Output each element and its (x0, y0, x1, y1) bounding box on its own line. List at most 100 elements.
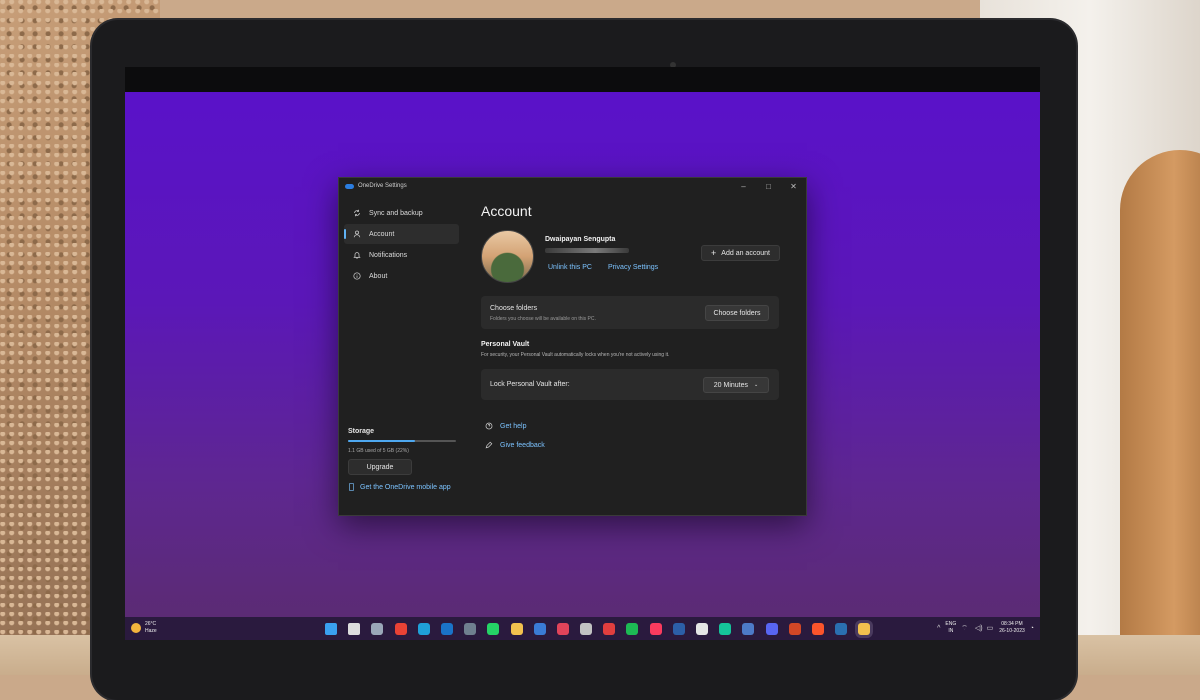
photos-icon[interactable] (533, 623, 546, 635)
grammarly-icon[interactable] (719, 623, 732, 635)
laptop-screen: OneDrive Settings – □ ✕ Sync and backup … (125, 67, 1040, 640)
get-help-label: Get help (500, 422, 527, 430)
settings-sidebar: Sync and backup Account Notifications Ab… (344, 203, 459, 515)
lock-vault-selected-value: 20 Minutes (713, 381, 749, 389)
privacy-settings-link[interactable]: Privacy Settings (608, 264, 658, 271)
lock-vault-dropdown[interactable]: 20 Minutes ⌄ (703, 377, 769, 393)
personal-vault-title: Personal Vault (481, 341, 530, 348)
get-help-link[interactable]: Get help (485, 422, 526, 430)
sidebar-item-label: Account (369, 230, 395, 238)
storage-section: Storage 1.1 GB used of 5 GB (22%) Upgrad… (348, 428, 458, 491)
upgrade-button[interactable]: Upgrade (348, 459, 412, 475)
office-app-icon[interactable] (788, 623, 801, 635)
whatsapp-icon[interactable] (487, 623, 500, 635)
outlook-icon[interactable] (440, 623, 453, 635)
discord-icon[interactable] (765, 623, 778, 635)
clock-time: 08:34 PM (1001, 621, 1023, 627)
chrome-icon[interactable] (394, 623, 407, 635)
storage-progress-fill (348, 440, 415, 442)
choose-folders-card: Choose folders Folders you choose will b… (481, 296, 779, 329)
feedback-icon (485, 441, 493, 449)
redacted-email (545, 248, 629, 253)
help-chat-icon (485, 422, 493, 430)
phone-icon (349, 483, 354, 491)
background-vase (1120, 150, 1200, 670)
brave-icon[interactable] (811, 623, 824, 635)
close-button[interactable]: ✕ (781, 182, 806, 191)
weather-condition: Haze (145, 628, 157, 634)
battery-icon[interactable]: ▭ (987, 624, 994, 632)
user-name: Dwaipayan Sengupta (545, 236, 616, 243)
personal-vault-description: For security, your Personal Vault automa… (481, 352, 670, 358)
add-account-label: Add an account (721, 249, 770, 257)
sidebar-item-account[interactable]: Account (344, 224, 459, 244)
edge-icon[interactable] (417, 623, 430, 635)
choose-folders-button[interactable]: Choose folders (705, 305, 769, 321)
tray-overflow-chevron-icon[interactable]: ^ (937, 625, 940, 632)
windows-start-icon[interactable] (325, 623, 337, 635)
news-icon[interactable] (603, 623, 616, 635)
page-title: Account (481, 203, 532, 219)
clock-date: 26-10-2023 (999, 628, 1025, 634)
chevron-down-icon: ⌄ (754, 382, 759, 388)
storage-used-text: 1.1 GB used of 5 GB (22%) (348, 448, 409, 454)
give-feedback-link[interactable]: Give feedback (485, 441, 545, 449)
lock-vault-card: Lock Personal Vault after: 20 Minutes ⌄ (481, 369, 779, 400)
maximize-button[interactable]: □ (756, 182, 781, 191)
desktop-wallpaper: OneDrive Settings – □ ✕ Sync and backup … (125, 92, 1040, 640)
lock-vault-label: Lock Personal Vault after: (490, 381, 570, 388)
storage-progress-bar (348, 440, 456, 442)
mobile-app-link[interactable]: Get the OneDrive mobile app (348, 483, 458, 491)
windows-taskbar: 26°C Haze ^ ENG IN ⌔ ◁) ▭ 08:34 PM 26-10… (125, 617, 1040, 640)
plus-icon: + (711, 248, 717, 258)
mobile-app-link-label: Get the OneDrive mobile app (360, 483, 451, 491)
spotify-icon[interactable] (626, 623, 639, 635)
account-panel: Account Dwaipayan Sengupta Unlink this P… (481, 203, 781, 449)
onedrive-settings-icon[interactable] (858, 623, 871, 635)
weather-haze-icon (131, 623, 141, 633)
weather-temperature: 26°C (145, 621, 157, 627)
person-icon (353, 230, 361, 238)
notification-bell-icon[interactable]: ◔ (1030, 625, 1034, 632)
apple-music-icon[interactable] (649, 623, 662, 635)
search-icon[interactable] (348, 623, 361, 635)
onedrive-settings-window: OneDrive Settings – □ ✕ Sync and backup … (338, 177, 807, 516)
sidebar-item-sync-and-backup[interactable]: Sync and backup (344, 203, 459, 223)
ring-app-icon[interactable] (742, 623, 755, 635)
minimize-button[interactable]: – (731, 182, 756, 191)
taskbar-app-icons (325, 623, 882, 635)
camera-app-icon[interactable] (464, 623, 477, 635)
info-icon (353, 272, 361, 280)
steam-icon[interactable] (835, 623, 848, 635)
language-code: ENG (945, 621, 957, 627)
threads-icon[interactable] (696, 623, 708, 635)
system-tray: ^ ENG IN ⌔ ◁) ▭ 08:34 PM 26-10-2023 ◔ (932, 621, 1034, 635)
add-account-button[interactable]: + Add an account (701, 245, 780, 261)
choose-folders-title: Choose folders (490, 305, 538, 312)
sidebar-item-label: Sync and backup (369, 209, 423, 217)
onedrive-cloud-icon (345, 183, 354, 189)
wifi-icon[interactable]: ⌔ (961, 624, 968, 633)
give-feedback-label: Give feedback (500, 441, 545, 449)
storage-title: Storage (348, 428, 375, 435)
language-indicator[interactable]: ENG IN (945, 621, 956, 635)
clock[interactable]: 08:34 PM 26-10-2023 (999, 621, 1025, 635)
language-region: IN (948, 628, 954, 634)
settings-gear-icon[interactable] (371, 623, 384, 635)
window-titlebar[interactable]: OneDrive Settings – □ ✕ (339, 178, 806, 194)
sidebar-item-label: About (369, 272, 388, 280)
sidebar-item-label: Notifications (369, 251, 408, 259)
bell-icon (353, 252, 361, 259)
choose-folders-description: Folders you choose will be available on … (490, 316, 596, 322)
volume-icon[interactable]: ◁) (975, 624, 983, 632)
sidebar-item-notifications[interactable]: Notifications (344, 245, 459, 265)
avatar (481, 230, 534, 283)
unlink-pc-link[interactable]: Unlink this PC (548, 264, 592, 271)
store-icon[interactable] (580, 623, 593, 635)
file-explorer-icon[interactable] (510, 623, 523, 635)
sidebar-item-about[interactable]: About (344, 266, 459, 286)
browser-icon[interactable] (672, 623, 685, 635)
media-player-icon[interactable] (556, 623, 569, 635)
sync-icon (354, 209, 360, 217)
weather-widget[interactable]: 26°C Haze (131, 621, 157, 635)
